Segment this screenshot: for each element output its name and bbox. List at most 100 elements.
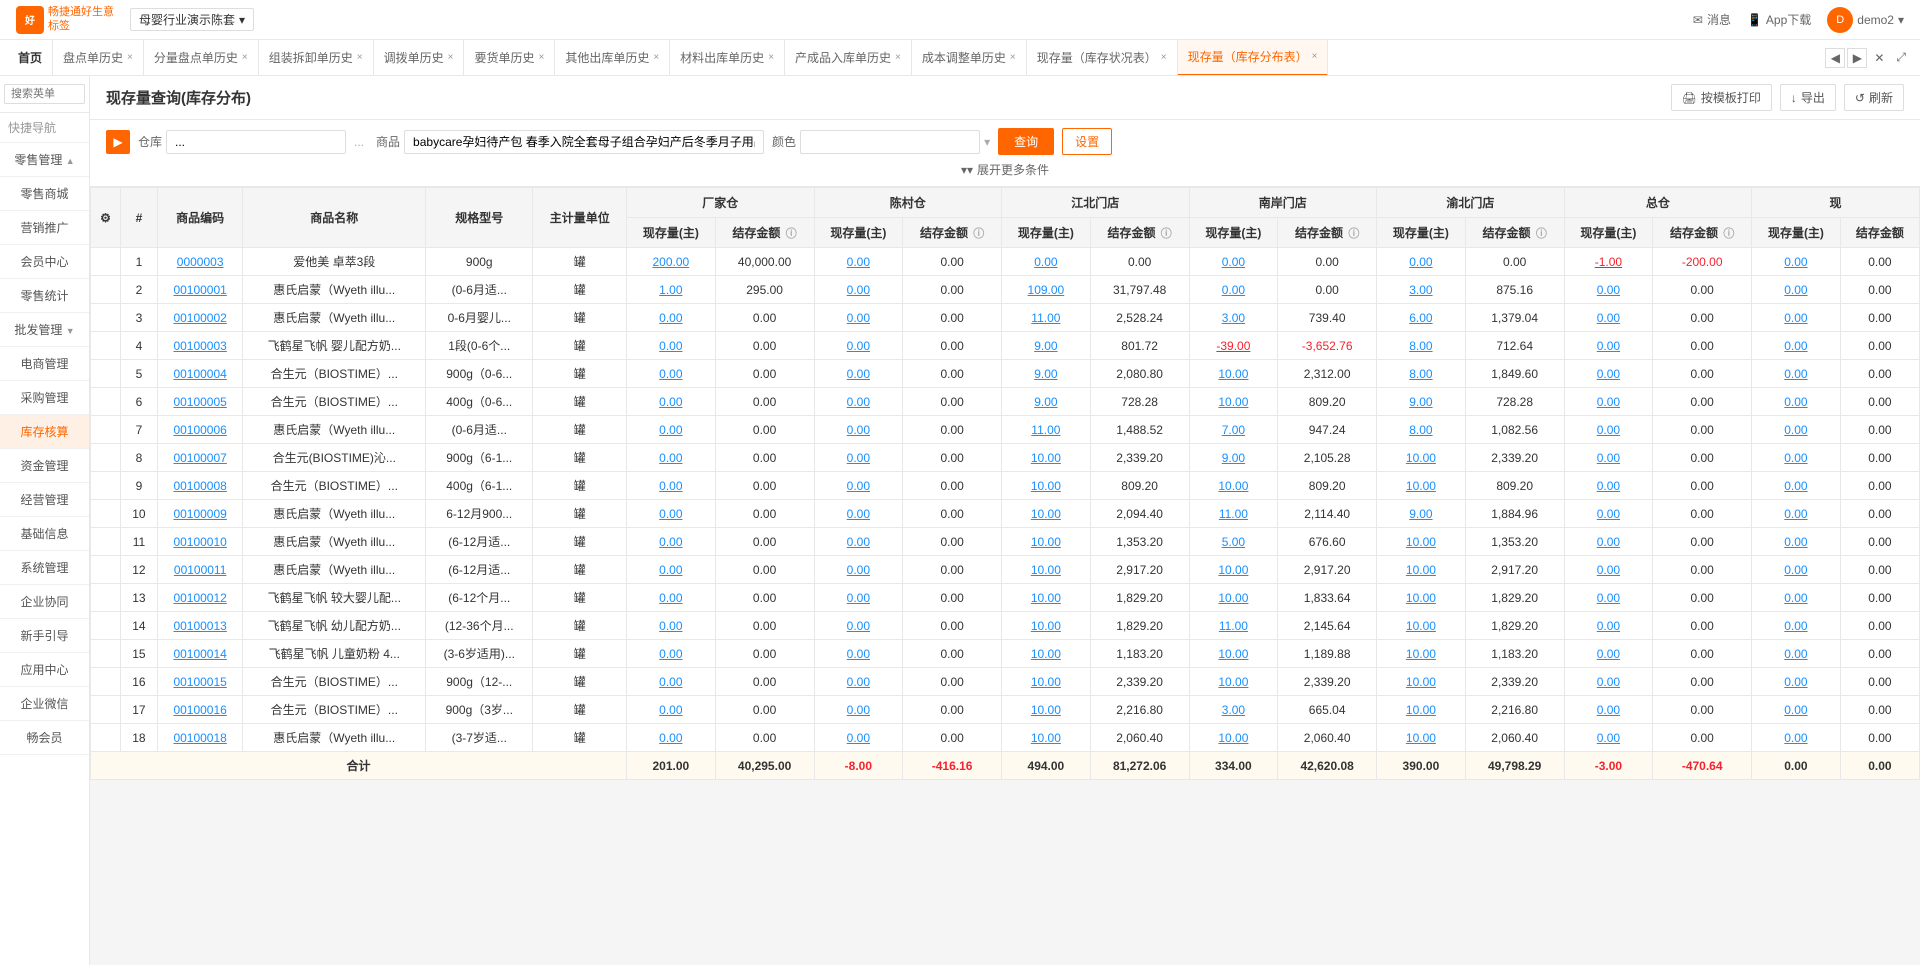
table-cell[interactable]: 0.00 (1752, 500, 1841, 528)
table-cell[interactable]: 7.00 (1189, 416, 1278, 444)
table-cell[interactable]: 0.00 (1564, 332, 1653, 360)
close-icon[interactable]: × (895, 52, 901, 63)
table-cell[interactable]: 0.00 (1752, 584, 1841, 612)
table-cell[interactable]: 10.00 (1189, 360, 1278, 388)
table-cell[interactable]: 0.00 (814, 472, 903, 500)
sidebar-item-finance[interactable]: 资金管理 (0, 449, 89, 483)
table-cell[interactable]: -39.00 (1189, 332, 1278, 360)
table-cell[interactable]: 0.00 (627, 360, 716, 388)
table-cell[interactable]: 0.00 (1752, 248, 1841, 276)
table-cell[interactable]: 10.00 (1377, 556, 1466, 584)
table-cell[interactable]: 10.00 (1002, 444, 1091, 472)
table-cell[interactable]: 0.00 (1752, 276, 1841, 304)
close-icon[interactable]: × (1312, 51, 1318, 62)
sidebar-item-member[interactable]: 会员中心 (0, 245, 89, 279)
table-cell[interactable]: 11.00 (1189, 500, 1278, 528)
table-area[interactable]: ⚙ # 商品编码 商品名称 规格型号 主计量单位 厂家仓 陈村仓 江北门店 南岸… (90, 187, 1920, 965)
table-cell[interactable]: 0.00 (814, 388, 903, 416)
table-cell[interactable]: 0.00 (1564, 612, 1653, 640)
table-cell[interactable]: 0.00 (627, 556, 716, 584)
table-cell[interactable]: 00100012 (157, 584, 243, 612)
table-cell[interactable]: 0.00 (1752, 472, 1841, 500)
table-cell[interactable]: 0.00 (1564, 472, 1653, 500)
tab-transfer[interactable]: 调拨单历史 × (374, 40, 465, 76)
table-cell[interactable]: 00100014 (157, 640, 243, 668)
close-icon[interactable]: × (653, 52, 659, 63)
table-cell[interactable]: 0.00 (814, 332, 903, 360)
sidebar-item-retail[interactable]: 零售管理 ▲ (0, 143, 89, 177)
table-cell[interactable]: 10.00 (1377, 472, 1466, 500)
table-cell[interactable]: 0.00 (1564, 416, 1653, 444)
table-cell[interactable]: 0.00 (1564, 696, 1653, 724)
dropdown-selector[interactable]: 母婴行业演示陈套 ▾ (130, 8, 254, 31)
table-cell[interactable]: 00100007 (157, 444, 243, 472)
table-cell[interactable]: 10.00 (1189, 724, 1278, 752)
close-icon[interactable]: × (127, 52, 133, 63)
close-icon[interactable]: × (357, 52, 363, 63)
table-cell[interactable]: 10.00 (1377, 696, 1466, 724)
table-cell[interactable]: 0.00 (1564, 444, 1653, 472)
table-cell[interactable]: 11.00 (1189, 612, 1278, 640)
table-cell[interactable]: 0.00 (1189, 276, 1278, 304)
sidebar-item-retail-shop[interactable]: 零售商城 (0, 177, 89, 211)
sidebar-item-wholesale[interactable]: 批发管理 ▼ (0, 313, 89, 347)
table-cell[interactable]: 0.00 (627, 444, 716, 472)
table-cell[interactable]: -1.00 (1564, 248, 1653, 276)
table-cell[interactable]: 10.00 (1189, 556, 1278, 584)
table-cell[interactable]: 0.00 (814, 528, 903, 556)
table-cell[interactable]: 0.00 (1752, 444, 1841, 472)
table-cell[interactable]: 10.00 (1377, 444, 1466, 472)
tab-stock-single[interactable]: 盘点单历史 × (53, 40, 144, 76)
table-cell[interactable]: 5.00 (1189, 528, 1278, 556)
table-cell[interactable]: 0.00 (1752, 724, 1841, 752)
tab-home[interactable]: 首页 (8, 40, 53, 76)
tab-material-out[interactable]: 材料出库单历史 × (670, 40, 785, 76)
table-cell[interactable]: 9.00 (1377, 388, 1466, 416)
table-cell[interactable]: 0.00 (1564, 528, 1653, 556)
table-cell[interactable]: 0.00 (1002, 248, 1091, 276)
table-cell[interactable]: 0.00 (1564, 584, 1653, 612)
table-cell[interactable]: 9.00 (1189, 444, 1278, 472)
color-input[interactable] (800, 130, 980, 154)
table-cell[interactable]: 0.00 (814, 584, 903, 612)
table-cell[interactable]: 0.00 (814, 612, 903, 640)
table-cell[interactable]: 00100005 (157, 388, 243, 416)
tab-product-in[interactable]: 产成品入库单历史 × (785, 40, 912, 76)
export-button[interactable]: ↓ 导出 (1780, 84, 1836, 111)
sidebar-quick-nav[interactable]: 快捷导航 (0, 113, 89, 143)
tab-split-stock[interactable]: 分量盘点单历史 × (144, 40, 259, 76)
table-cell[interactable]: 0.00 (814, 500, 903, 528)
sidebar-item-ops[interactable]: 经营管理 (0, 483, 89, 517)
table-cell[interactable]: 0.00 (627, 696, 716, 724)
table-cell[interactable]: 0.00 (1752, 556, 1841, 584)
table-cell[interactable]: 6.00 (1377, 304, 1466, 332)
table-cell[interactable]: 0.00 (627, 724, 716, 752)
table-cell[interactable]: 00100008 (157, 472, 243, 500)
refresh-button[interactable]: ↺ 刷新 (1844, 84, 1904, 111)
table-cell[interactable]: 3.00 (1189, 304, 1278, 332)
table-cell[interactable]: 0.00 (627, 584, 716, 612)
table-cell[interactable]: 00100013 (157, 612, 243, 640)
table-cell[interactable]: 9.00 (1377, 500, 1466, 528)
setting-button[interactable]: 设置 (1062, 128, 1112, 155)
table-cell[interactable]: 0.00 (814, 416, 903, 444)
filter-expand-button[interactable]: ▶ (106, 130, 130, 154)
table-cell[interactable]: 0.00 (814, 304, 903, 332)
table-cell[interactable]: 1.00 (627, 276, 716, 304)
table-cell[interactable]: 0.00 (814, 360, 903, 388)
search-input[interactable] (4, 84, 85, 104)
sidebar-item-system[interactable]: 系统管理 (0, 551, 89, 585)
table-cell[interactable]: 0.00 (1752, 528, 1841, 556)
table-cell[interactable]: 0.00 (1752, 388, 1841, 416)
table-cell[interactable]: 3.00 (1377, 276, 1466, 304)
table-cell[interactable]: 10.00 (1189, 472, 1278, 500)
table-cell[interactable]: 10.00 (1002, 612, 1091, 640)
table-cell[interactable]: 0.00 (814, 640, 903, 668)
table-cell[interactable]: 0.00 (1189, 248, 1278, 276)
table-cell[interactable]: 0.00 (1564, 556, 1653, 584)
col-settings[interactable]: ⚙ (91, 188, 121, 248)
table-cell[interactable]: 0.00 (1564, 668, 1653, 696)
sidebar-item-base[interactable]: 基础信息 (0, 517, 89, 551)
close-icon[interactable]: × (242, 52, 248, 63)
table-cell[interactable]: 8.00 (1377, 416, 1466, 444)
